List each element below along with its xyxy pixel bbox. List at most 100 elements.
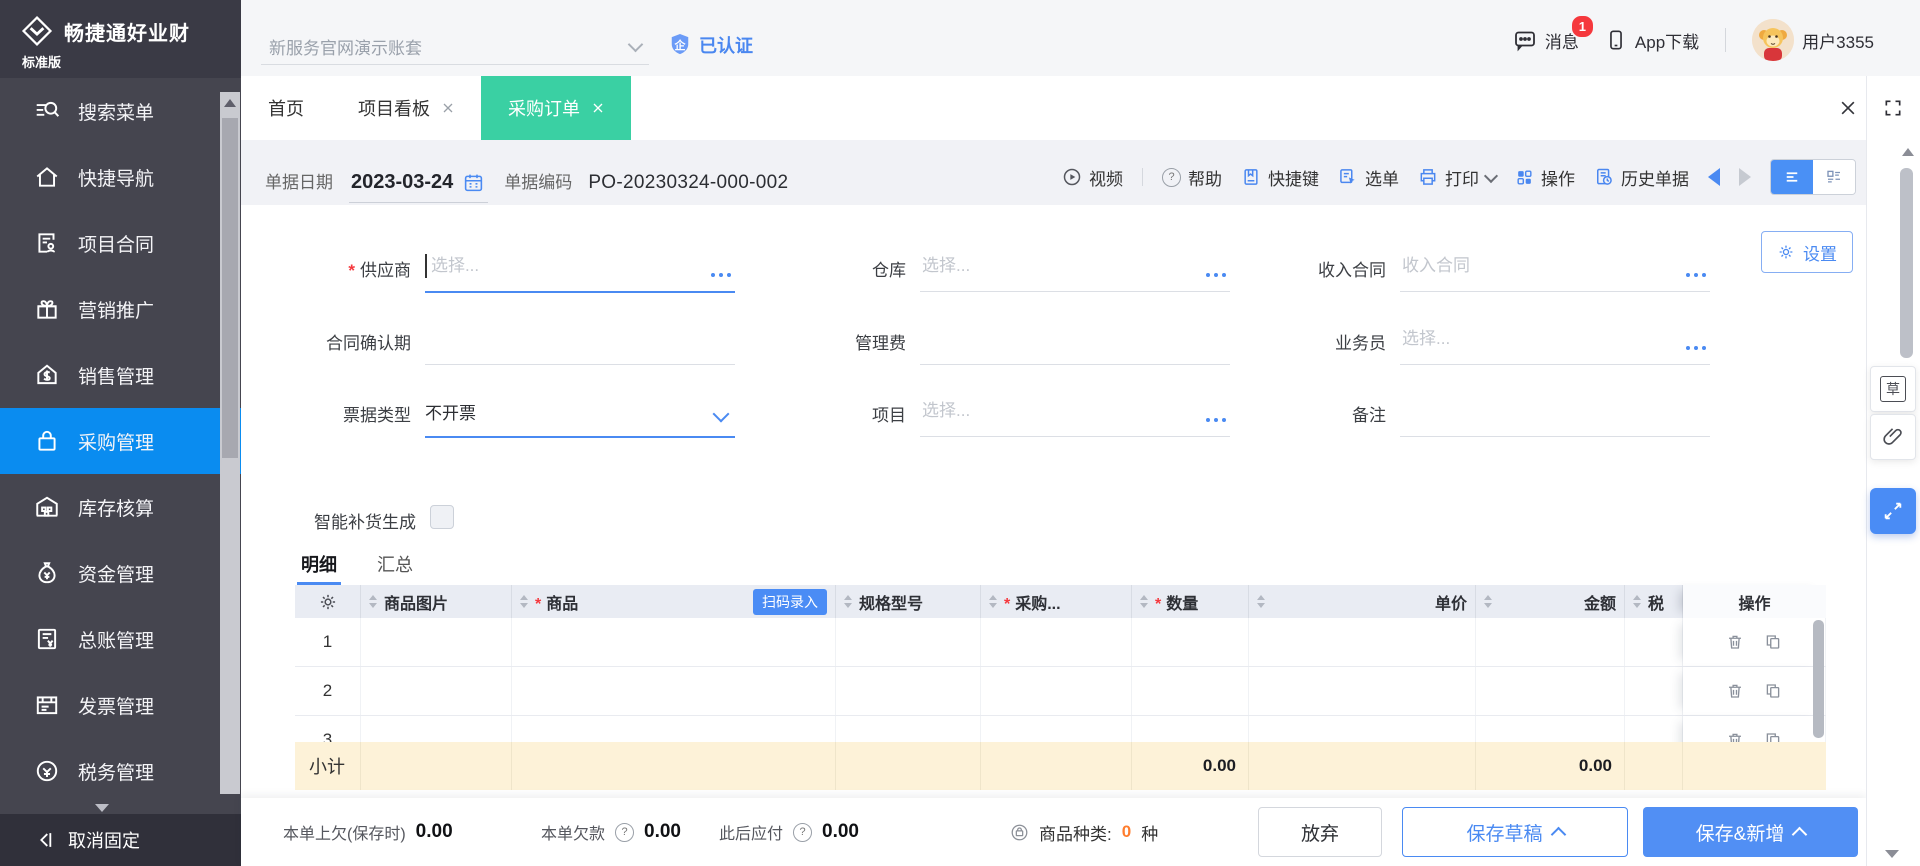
scroll-up-icon[interactable] — [1902, 148, 1914, 156]
grid-scrollbar-thumb[interactable] — [1813, 620, 1824, 738]
ellipsis-icon[interactable] — [1686, 273, 1706, 277]
sort-icon[interactable] — [1633, 595, 1641, 608]
tab-detail[interactable]: 明细 — [295, 543, 343, 585]
menu-scroll-down-icon[interactable] — [95, 804, 109, 812]
cell-pic[interactable] — [361, 667, 512, 715]
scan-entry-badge[interactable]: 扫码录入 — [753, 588, 827, 615]
sidebar-item-marketing[interactable]: 营销推广 — [0, 276, 241, 342]
date-picker[interactable]: 2023-03-24 — [349, 171, 489, 203]
help-icon[interactable] — [615, 822, 635, 842]
header-purchase-unit[interactable]: 采购... — [981, 585, 1132, 618]
cell-qty[interactable] — [1132, 618, 1249, 666]
sidebar-item-project-contract[interactable]: 项目合同 — [0, 210, 241, 276]
tab-purchase-order[interactable]: 采购订单 — [481, 76, 631, 140]
prev-doc-icon[interactable] — [1708, 168, 1720, 186]
tab-project-board[interactable]: 项目看板 — [331, 76, 481, 140]
sort-icon[interactable] — [1140, 595, 1148, 608]
bill-type-select[interactable]: 不开票 — [425, 386, 735, 438]
confirm-date-input[interactable] — [425, 328, 735, 350]
tab-summary[interactable]: 汇总 — [371, 543, 419, 585]
next-doc-icon[interactable] — [1739, 168, 1751, 186]
table-row[interactable]: 1 — [295, 618, 1826, 667]
cell-tax[interactable] — [1625, 716, 1683, 742]
help-icon[interactable] — [793, 822, 813, 842]
sort-icon[interactable] — [520, 595, 528, 608]
print-button[interactable]: 打印 — [1418, 165, 1499, 190]
trash-icon[interactable] — [1726, 731, 1744, 742]
sidebar-item-inventory[interactable]: 库存核算 — [0, 474, 241, 540]
sidebar-item-ledger[interactable]: 总账管理 — [0, 606, 241, 672]
pick-button[interactable]: 选单 — [1338, 165, 1399, 190]
close-icon[interactable] — [592, 102, 604, 114]
attachment-button[interactable] — [1870, 414, 1916, 460]
header-spec[interactable]: 规格型号 — [836, 585, 981, 618]
cell-purchase[interactable] — [981, 618, 1132, 666]
cell-amount[interactable] — [1476, 618, 1625, 666]
sort-icon[interactable] — [1484, 595, 1492, 608]
hotkey-button[interactable]: 快捷键 — [1241, 165, 1319, 190]
cell-tax[interactable] — [1625, 667, 1683, 715]
history-button[interactable]: 历史单据 — [1594, 165, 1689, 190]
copy-icon[interactable] — [1764, 682, 1782, 700]
cell-spec[interactable] — [836, 618, 981, 666]
cell-price[interactable] — [1249, 716, 1476, 742]
project-input[interactable] — [920, 400, 1230, 422]
header-tax[interactable]: 税 — [1625, 585, 1683, 618]
abandon-button[interactable]: 放弃 — [1258, 807, 1382, 857]
account-select[interactable]: 新服务官网演示账套 — [261, 28, 649, 65]
scroll-down-icon[interactable] — [1885, 850, 1899, 858]
cell-pic[interactable] — [361, 618, 512, 666]
header-product-pic[interactable]: 商品图片 — [361, 585, 512, 618]
draft-list-button[interactable]: 草 — [1870, 366, 1916, 412]
mgmt-fee-input[interactable] — [920, 328, 1230, 350]
sidebar-item-sales[interactable]: 销售管理 — [0, 342, 241, 408]
settings-button[interactable]: 设置 — [1761, 231, 1853, 273]
column-settings-cell[interactable] — [295, 585, 361, 618]
trash-icon[interactable] — [1726, 633, 1744, 651]
cell-qty[interactable] — [1132, 667, 1249, 715]
header-price[interactable]: 单价 — [1249, 585, 1476, 618]
copy-icon[interactable] — [1764, 731, 1782, 742]
help-button[interactable]: 帮助 — [1162, 165, 1222, 190]
certified-badge[interactable]: 企 已认证 — [669, 32, 753, 58]
salesman-input[interactable] — [1400, 328, 1710, 350]
remark-input[interactable] — [1400, 400, 1710, 422]
sidebar-item-tax[interactable]: 税务管理 — [0, 738, 241, 804]
sort-icon[interactable] — [369, 595, 377, 608]
table-row[interactable]: 3 — [295, 716, 1826, 742]
smart-replenish-checkbox[interactable] — [430, 505, 454, 529]
card-view-button[interactable] — [1813, 160, 1855, 194]
cell-product[interactable] — [512, 667, 836, 715]
cell-amount[interactable] — [1476, 716, 1625, 742]
ellipsis-icon[interactable] — [711, 273, 731, 277]
list-view-button[interactable] — [1771, 160, 1813, 194]
cell-price[interactable] — [1249, 618, 1476, 666]
sort-icon[interactable] — [1257, 595, 1265, 608]
close-page-button[interactable] — [1838, 98, 1858, 118]
chevron-down-icon[interactable] — [712, 405, 730, 423]
header-amount[interactable]: 金额 — [1476, 585, 1625, 618]
operations-button[interactable]: 操作 — [1515, 165, 1575, 190]
fullscreen-icon[interactable] — [1883, 98, 1903, 118]
messages-button[interactable]: 消息 1 — [1513, 13, 1595, 53]
sidebar-scrollbar[interactable] — [220, 92, 240, 794]
user-menu[interactable]: 用户3355 — [1752, 19, 1874, 61]
cell-spec[interactable] — [836, 716, 981, 742]
cell-purchase[interactable] — [981, 667, 1132, 715]
unpin-button[interactable]: 取消固定 — [0, 814, 275, 866]
scroll-up-icon[interactable] — [224, 99, 236, 107]
calendar-icon[interactable] — [463, 172, 484, 193]
table-row[interactable]: 2 — [295, 667, 1826, 716]
sort-icon[interactable] — [844, 595, 852, 608]
video-button[interactable]: 视频 — [1062, 165, 1123, 190]
chevron-down-icon[interactable] — [1483, 168, 1499, 183]
header-qty[interactable]: 数量 — [1132, 585, 1249, 618]
ellipsis-icon[interactable] — [1686, 346, 1706, 350]
cell-purchase[interactable] — [981, 716, 1132, 742]
income-contract-input[interactable] — [1400, 255, 1710, 277]
sidebar-scrollbar-thumb[interactable] — [222, 118, 238, 458]
sidebar-item-purchase[interactable]: 采购管理 — [0, 408, 241, 474]
sidebar-item-funds[interactable]: 资金管理 — [0, 540, 241, 606]
cell-tax[interactable] — [1625, 618, 1683, 666]
cell-product[interactable] — [512, 618, 836, 666]
